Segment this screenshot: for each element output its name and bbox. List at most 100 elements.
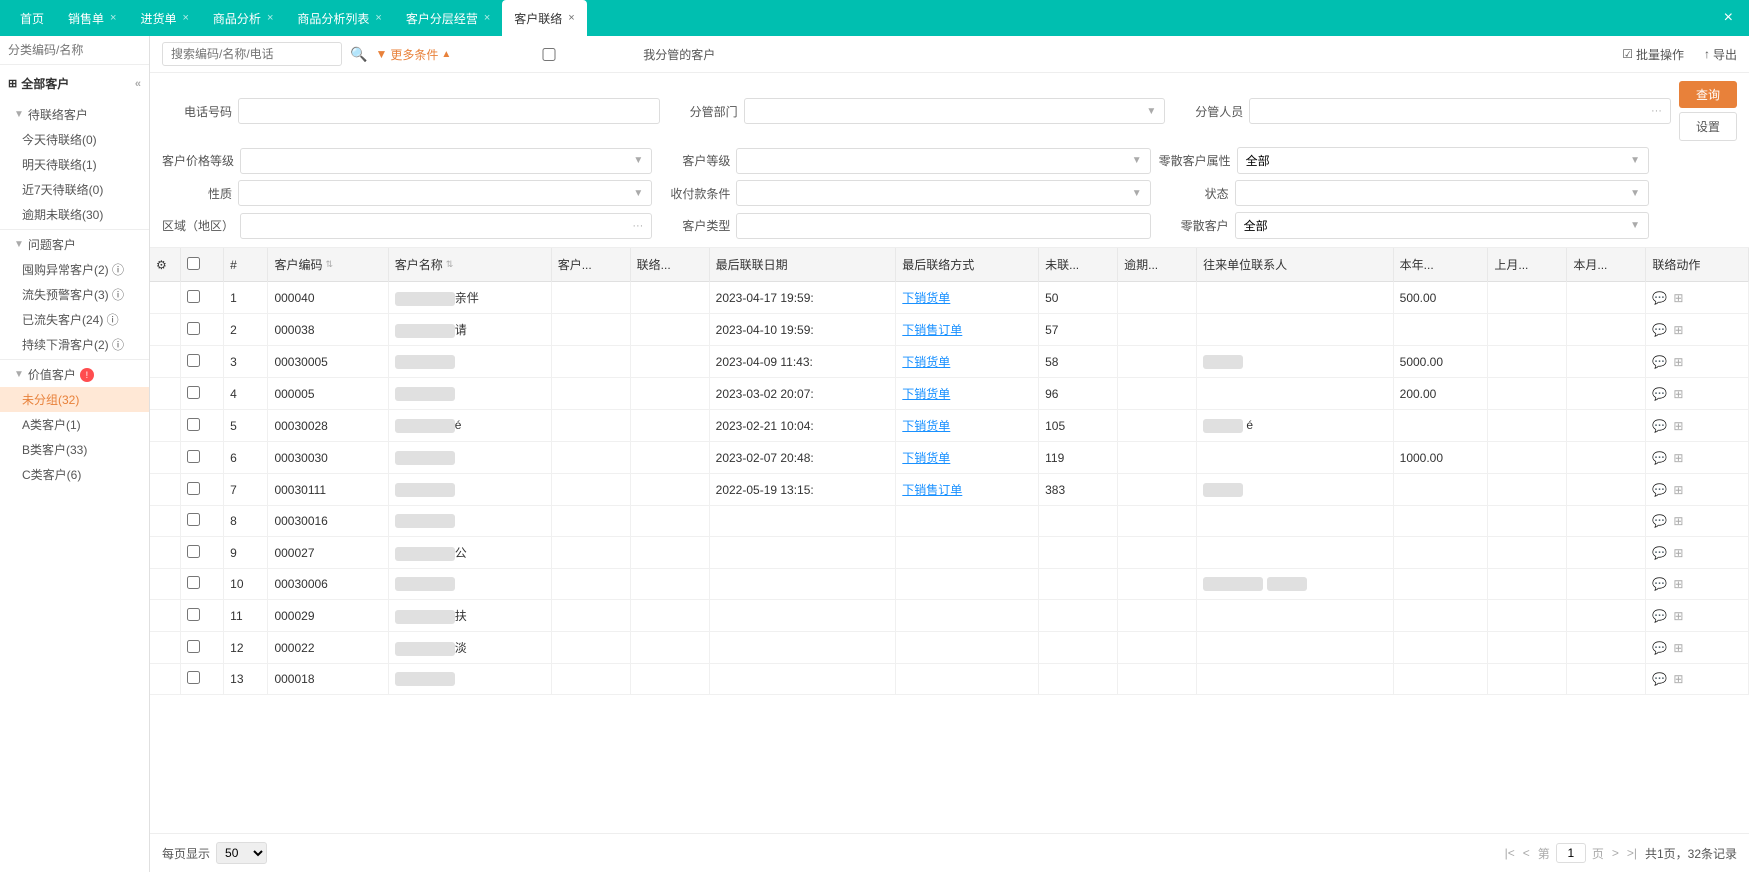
- sidebar-item-tomorrow[interactable]: 明天待联络(1): [0, 152, 149, 177]
- sidebar-item-class-a[interactable]: A类客户(1): [0, 412, 149, 437]
- chat-icon[interactable]: 💬: [1652, 419, 1667, 433]
- prev-page-button[interactable]: <: [1521, 846, 1532, 860]
- more-icon[interactable]: ⊞: [1673, 291, 1683, 305]
- dept-input[interactable]: ▼: [744, 98, 1166, 124]
- th-name[interactable]: 客户名称⇅: [388, 248, 551, 282]
- sidebar-group-pending[interactable]: ▼ 待联络客户: [0, 102, 149, 127]
- sidebar-group-problem[interactable]: ▼ 问题客户: [0, 232, 149, 257]
- tab-sales-close[interactable]: ×: [110, 12, 116, 24]
- chat-icon[interactable]: 💬: [1652, 323, 1667, 337]
- more-icon[interactable]: ⊞: [1673, 546, 1683, 560]
- tab-home[interactable]: 首页: [8, 0, 56, 36]
- more-icon[interactable]: ⊞: [1673, 577, 1683, 591]
- chat-icon[interactable]: 💬: [1652, 672, 1667, 686]
- sidebar-group-value[interactable]: ▼ 价值客户 !: [0, 362, 149, 387]
- th-last-method[interactable]: 最后联络方式: [896, 248, 1039, 282]
- manager-input[interactable]: ···: [1249, 98, 1671, 124]
- tab-product-analysis-close[interactable]: ×: [267, 12, 273, 24]
- query-button[interactable]: 查询: [1679, 81, 1737, 108]
- chat-icon[interactable]: 💬: [1652, 483, 1667, 497]
- row-checkbox[interactable]: [187, 513, 200, 526]
- chat-icon[interactable]: 💬: [1652, 355, 1667, 369]
- row-checkbox[interactable]: [187, 290, 200, 303]
- th-last-date[interactable]: 最后联联日期: [709, 248, 896, 282]
- my-customers-checkbox[interactable]: [459, 48, 639, 61]
- sidebar-item-declining[interactable]: 持续下滑客户(2) ⓘ: [0, 332, 149, 357]
- last-method-link[interactable]: 下销货单: [902, 355, 950, 369]
- more-icon[interactable]: ⊞: [1673, 451, 1683, 465]
- retail-input[interactable]: 全部▼: [1235, 212, 1649, 239]
- sidebar-item-churn-warning[interactable]: 流失预警客户(3) ⓘ: [0, 282, 149, 307]
- tab-customer-segment-close[interactable]: ×: [484, 12, 490, 24]
- th-last-month[interactable]: 上月...: [1488, 248, 1567, 282]
- price-level-input[interactable]: ▼: [240, 148, 652, 174]
- th-checkbox[interactable]: [180, 248, 224, 282]
- tab-purchase-close[interactable]: ×: [182, 12, 188, 24]
- more-icon[interactable]: ⊞: [1673, 387, 1683, 401]
- row-checkbox[interactable]: [187, 354, 200, 367]
- chat-icon[interactable]: 💬: [1652, 641, 1667, 655]
- customer-level-input[interactable]: ▼: [736, 148, 1150, 174]
- phone-input[interactable]: [238, 98, 660, 124]
- sidebar-item-ungroup[interactable]: 未分组(32): [0, 387, 149, 412]
- tab-purchase[interactable]: 进货单 ×: [128, 0, 200, 36]
- search-input[interactable]: [162, 42, 342, 66]
- row-checkbox[interactable]: [187, 671, 200, 684]
- more-icon[interactable]: ⊞: [1673, 483, 1683, 497]
- chat-icon[interactable]: 💬: [1652, 451, 1667, 465]
- last-method-link[interactable]: 下销售订单: [902, 483, 962, 497]
- sidebar-item-overdue[interactable]: 逾期未联络(30): [0, 202, 149, 227]
- my-customers-checkbox-label[interactable]: 我分管的客户: [459, 46, 715, 63]
- next-page-button[interactable]: >: [1610, 846, 1621, 860]
- row-checkbox[interactable]: [187, 386, 200, 399]
- status-input[interactable]: ▼: [1235, 180, 1649, 206]
- payment-input[interactable]: ▼: [736, 180, 1150, 206]
- tab-sales[interactable]: 销售单 ×: [56, 0, 128, 36]
- last-method-link[interactable]: 下销货单: [902, 419, 950, 433]
- search-button[interactable]: 🔍: [350, 46, 367, 63]
- row-checkbox[interactable]: [187, 418, 200, 431]
- th-contact[interactable]: 联络...: [630, 248, 709, 282]
- tab-product-analysis[interactable]: 商品分析 ×: [201, 0, 285, 36]
- sidebar-item-class-b[interactable]: B类客户(33): [0, 437, 149, 462]
- sidebar-item-lost[interactable]: 已流失客户(24) ⓘ: [0, 307, 149, 332]
- first-page-button[interactable]: |<: [1503, 846, 1517, 860]
- per-page-select[interactable]: 50 100 200: [216, 842, 267, 864]
- th-code[interactable]: 客户编码⇅: [268, 248, 388, 282]
- export-button[interactable]: ↑ 导出: [1704, 46, 1737, 63]
- page-input[interactable]: [1556, 843, 1586, 863]
- chat-icon[interactable]: 💬: [1652, 546, 1667, 560]
- last-page-button[interactable]: >|: [1625, 846, 1639, 860]
- more-icon[interactable]: ⊞: [1673, 514, 1683, 528]
- last-method-link[interactable]: 下销货单: [902, 451, 950, 465]
- row-checkbox[interactable]: [187, 322, 200, 335]
- sidebar-item-7days[interactable]: 近7天待联络(0): [0, 177, 149, 202]
- tab-customer-contact[interactable]: 客户联络 ×: [502, 0, 586, 36]
- row-checkbox[interactable]: [187, 482, 200, 495]
- tab-product-list[interactable]: 商品分析列表 ×: [285, 0, 393, 36]
- th-unit-contact[interactable]: 往来单位联系人: [1197, 248, 1394, 282]
- customer-type-input[interactable]: [736, 213, 1150, 239]
- nature-input[interactable]: ▼: [238, 180, 652, 206]
- row-checkbox[interactable]: [187, 545, 200, 558]
- more-icon[interactable]: ⊞: [1673, 355, 1683, 369]
- more-icon[interactable]: ⊞: [1673, 609, 1683, 623]
- more-conditions-button[interactable]: ▼ 更多条件 ▲: [375, 46, 451, 63]
- th-this-year[interactable]: 本年...: [1393, 248, 1488, 282]
- more-icon[interactable]: ⊞: [1673, 672, 1683, 686]
- tab-product-list-close[interactable]: ×: [375, 12, 381, 24]
- window-close-button[interactable]: ×: [1716, 9, 1741, 27]
- tab-customer-segment[interactable]: 客户分层经营 ×: [394, 0, 502, 36]
- row-checkbox[interactable]: [187, 640, 200, 653]
- chat-icon[interactable]: 💬: [1652, 291, 1667, 305]
- th-type[interactable]: 客户...: [551, 248, 630, 282]
- last-method-link[interactable]: 下销售订单: [902, 323, 962, 337]
- sidebar-search-input[interactable]: [8, 43, 150, 57]
- last-method-link[interactable]: 下销货单: [902, 291, 950, 305]
- chat-icon[interactable]: 💬: [1652, 514, 1667, 528]
- tab-customer-contact-close[interactable]: ×: [568, 12, 574, 24]
- th-settings[interactable]: ⚙: [150, 248, 180, 282]
- sidebar-item-abnormal[interactable]: 囤购异常客户(2) ⓘ: [0, 257, 149, 282]
- more-icon[interactable]: ⊞: [1673, 419, 1683, 433]
- chat-icon[interactable]: 💬: [1652, 387, 1667, 401]
